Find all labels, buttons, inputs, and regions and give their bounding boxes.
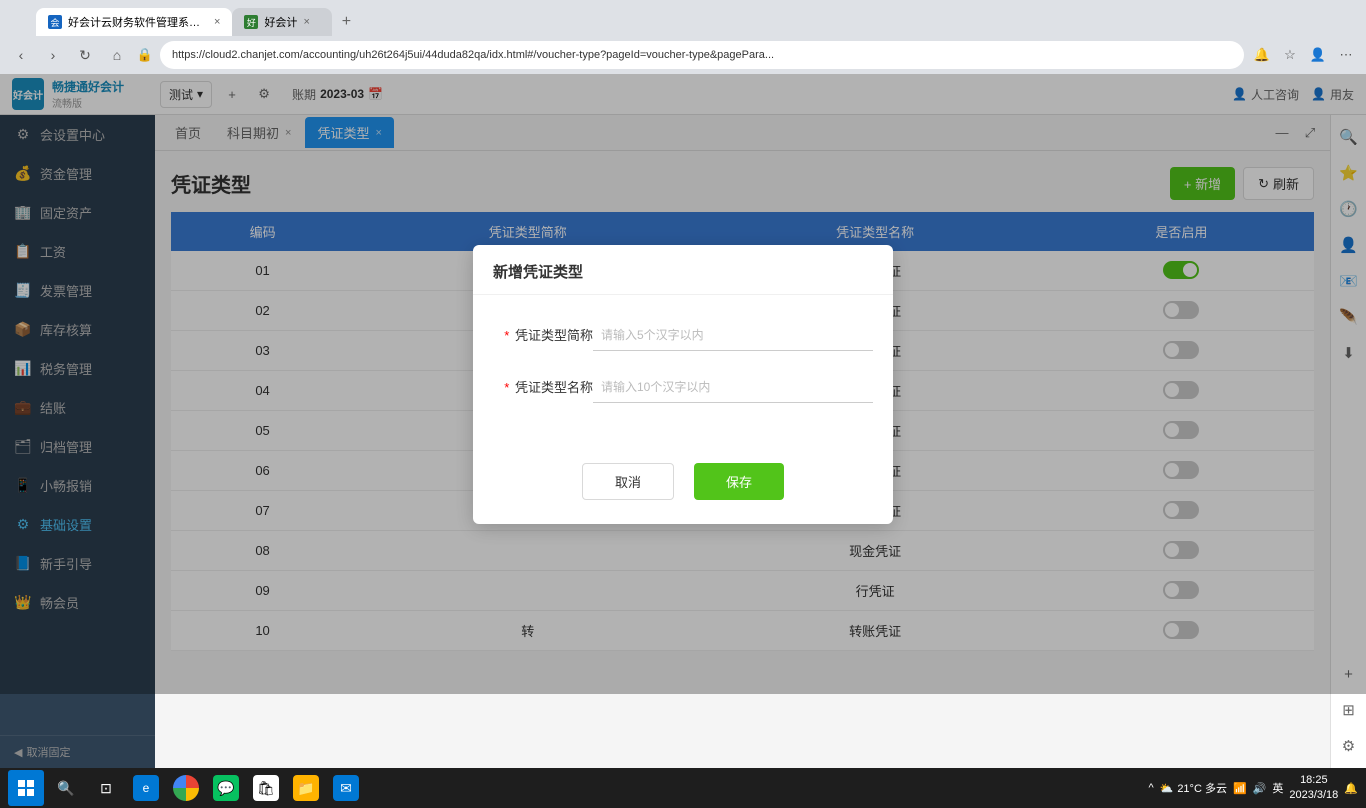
expand-tray-icon[interactable]: ^ xyxy=(1148,782,1153,794)
weather-icon: ⛅ xyxy=(1160,782,1174,795)
nav-forward-button[interactable]: › xyxy=(40,42,66,68)
rp-settings-btn[interactable]: ⚙ xyxy=(1335,732,1363,760)
taskbar-right: ^ ⛅ 21°C 多云 📶 🔊 英 18:25 2023/3/18 🔔 xyxy=(1148,773,1358,804)
taskbar-search-btn[interactable]: 🔍 xyxy=(48,770,84,806)
volume-icon: 🔊 xyxy=(1253,782,1267,795)
rp-grid-btn[interactable]: ⊞ xyxy=(1335,696,1363,724)
form-label-abbr: * 凭证类型简称 xyxy=(493,325,593,344)
new-tab-button[interactable]: + xyxy=(332,8,360,36)
unpin-label: 取消固定 xyxy=(26,744,70,760)
time-display: 18:25 xyxy=(1289,773,1338,788)
save-button[interactable]: 保存 xyxy=(694,463,784,500)
dialog-header: 新增凭证类型 xyxy=(473,245,893,295)
taskbar-lang: 英 xyxy=(1272,780,1283,796)
network-icon: 📶 xyxy=(1233,782,1247,795)
dialog-overlay: 新增凭证类型 * 凭证类型简称 * 凭证类型名称 取消 保存 xyxy=(0,74,1366,694)
taskbar-task-btn[interactable]: ⊡ xyxy=(88,770,124,806)
dialog-title: 新增凭证类型 xyxy=(493,264,583,281)
taskbar: 🔍 ⊡ e 💬 🛍 📁 ✉ ^ ⛅ 21°C 多云 📶 🔊 英 18:25 20… xyxy=(0,768,1366,808)
form-row-abbr: * 凭证类型简称 xyxy=(493,319,873,351)
taskbar-store-btn[interactable]: 🛍 xyxy=(248,770,284,806)
cancel-button[interactable]: 取消 xyxy=(582,463,674,500)
tab-title-2: 好会计 xyxy=(264,14,297,30)
settings-btn[interactable]: ⋯ xyxy=(1334,43,1358,67)
tab-bar: 会 好会计云财务软件管理系统_会计 × 好 好会计 × + xyxy=(0,0,1366,36)
required-mark-abbr: * xyxy=(504,328,509,343)
tab-favicon-2: 好 xyxy=(244,15,258,29)
voucher-name-input[interactable] xyxy=(593,371,873,403)
extension-btn[interactable]: 🔔 xyxy=(1250,43,1274,67)
browser-tab-2[interactable]: 好 好会计 × xyxy=(232,8,332,36)
tab-favicon-1: 会 xyxy=(48,15,62,29)
dialog-body: * 凭证类型简称 * 凭证类型名称 xyxy=(473,295,893,447)
tab-close-1[interactable]: × xyxy=(214,16,220,28)
nav-home-button[interactable]: ⌂ xyxy=(104,42,130,68)
dialog-footer: 取消 保存 xyxy=(473,447,893,524)
taskbar-sys-tray: ^ xyxy=(1148,782,1153,794)
form-row-name: * 凭证类型名称 xyxy=(493,371,873,403)
lock-icon: 🔒 xyxy=(136,46,154,64)
taskbar-mail-btn[interactable]: ✉ xyxy=(328,770,364,806)
form-label-name: * 凭证类型名称 xyxy=(493,377,593,396)
new-voucher-type-dialog: 新增凭证类型 * 凭证类型简称 * 凭证类型名称 取消 保存 xyxy=(473,245,893,524)
address-bar: ‹ › ↻ ⌂ 🔒 🔔 ☆ 👤 ⋯ xyxy=(0,36,1366,74)
date-display: 2023/3/18 xyxy=(1289,788,1338,803)
nav-back-button[interactable]: ‹ xyxy=(8,42,34,68)
taskbar-network: 📶 🔊 xyxy=(1233,782,1266,795)
notification-btn[interactable]: 🔔 xyxy=(1344,782,1358,795)
voucher-abbr-input[interactable] xyxy=(593,319,873,351)
tab-title-1: 好会计云财务软件管理系统_会计 xyxy=(68,14,208,30)
browser-tab-active[interactable]: 会 好会计云财务软件管理系统_会计 × xyxy=(36,8,232,36)
required-mark-name: * xyxy=(504,380,509,395)
browser-actions: 🔔 ☆ 👤 ⋯ xyxy=(1250,43,1358,67)
taskbar-time[interactable]: 18:25 2023/3/18 xyxy=(1289,773,1338,804)
taskbar-wechat-btn[interactable]: 💬 xyxy=(208,770,244,806)
taskbar-edge-btn[interactable]: e xyxy=(128,770,164,806)
nav-refresh-button[interactable]: ↻ xyxy=(72,42,98,68)
unpin-icon: ◀ xyxy=(14,746,22,759)
sidebar-footer[interactable]: ◀ 取消固定 xyxy=(0,735,155,768)
weather-text: 21°C 多云 xyxy=(1177,780,1227,796)
start-button[interactable] xyxy=(8,770,44,806)
profile-btn[interactable]: 👤 xyxy=(1306,43,1330,67)
bookmark-btn[interactable]: ☆ xyxy=(1278,43,1302,67)
address-input[interactable] xyxy=(160,41,1244,69)
taskbar-chrome-btn[interactable] xyxy=(168,770,204,806)
taskbar-weather: ⛅ 21°C 多云 xyxy=(1160,780,1227,796)
tab-close-2[interactable]: × xyxy=(303,16,309,28)
browser-chrome: 会 好会计云财务软件管理系统_会计 × 好 好会计 × + ‹ › ↻ ⌂ 🔒 … xyxy=(0,0,1366,74)
taskbar-folder-btn[interactable]: 📁 xyxy=(288,770,324,806)
